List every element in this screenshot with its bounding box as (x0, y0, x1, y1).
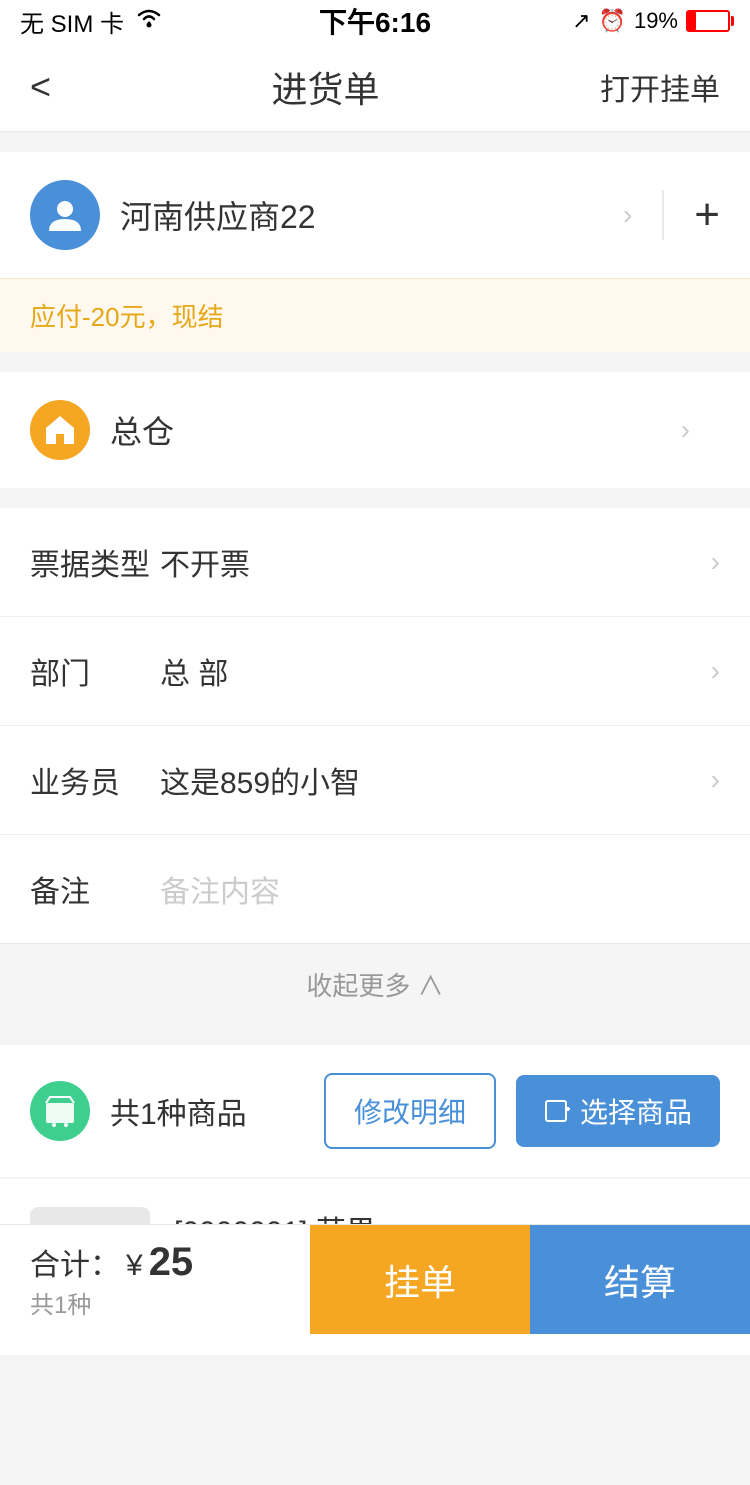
carrier-text: 无 SIM 卡 (20, 4, 124, 39)
footer-spacer (0, 1355, 750, 1485)
supplier-chevron-icon: › (623, 199, 632, 231)
total-symbol: ¥ (126, 1249, 143, 1283)
status-left: 无 SIM 卡 (20, 4, 164, 39)
supplier-row[interactable]: 河南供应商22 › + (0, 152, 750, 278)
invoice-type-row[interactable]: 票据类型 不开票 › (0, 508, 750, 617)
supplier-name: 河南供应商22 (120, 192, 623, 238)
footer-count: 共1种 (30, 1285, 280, 1320)
status-time: 下午6:16 (319, 1, 431, 41)
supplier-alert: 应付-20元，现结 (0, 278, 750, 352)
open-pending-button[interactable]: 打开挂单 (600, 65, 720, 109)
department-row[interactable]: 部门 总 部 › (0, 617, 750, 726)
settle-label: 结算 (604, 1254, 676, 1306)
supplier-avatar (30, 180, 100, 250)
home-icon (42, 412, 78, 448)
person-icon (45, 195, 85, 235)
total-amount: 25 (149, 1240, 194, 1285)
warehouse-name: 总仓 (110, 407, 681, 453)
select-product-button[interactable]: 选择商品 (516, 1075, 720, 1147)
remark-label: 备注 (30, 867, 160, 911)
products-icon (30, 1081, 90, 1141)
warehouse-row[interactable]: 总仓 › (0, 372, 750, 488)
battery-percent: 19% (634, 8, 678, 34)
form-card: 票据类型 不开票 › 部门 总 部 › 业务员 这是859的小智 › 备注 备注… (0, 508, 750, 943)
collapse-bar[interactable]: 收起更多 ∧ (0, 943, 750, 1025)
department-value: 总 部 (160, 649, 711, 693)
nav-bar: < 进货单 打开挂单 (0, 42, 750, 132)
warehouse-icon (30, 400, 90, 460)
status-bar: 无 SIM 卡 下午6:16 ↗ ⏰ 19% (0, 0, 750, 42)
invoice-chevron-icon: › (711, 546, 720, 578)
footer-total: 合计： ¥ 25 (30, 1240, 280, 1285)
pending-button[interactable]: 挂单 (310, 1225, 530, 1334)
cart-icon (42, 1093, 78, 1129)
battery-icon (686, 10, 730, 32)
invoice-type-value: 不开票 (160, 540, 711, 584)
salesperson-row[interactable]: 业务员 这是859的小智 › (0, 726, 750, 835)
remark-value: 备注内容 (160, 867, 720, 911)
select-product-icon (544, 1097, 572, 1125)
pending-label: 挂单 (384, 1254, 456, 1306)
footer: 合计： ¥ 25 共1种 挂单 结算 (0, 1224, 750, 1334)
select-product-label: 选择商品 (580, 1091, 692, 1131)
salesperson-value: 这是859的小智 (160, 758, 711, 802)
alarm-icon: ⏰ (599, 8, 626, 34)
warehouse-chevron-icon: › (681, 414, 690, 446)
supplier-card: 河南供应商22 › + 应付-20元，现结 (0, 152, 750, 352)
back-button[interactable]: < (30, 66, 51, 108)
total-label: 合计： (30, 1240, 120, 1284)
department-chevron-icon: › (711, 655, 720, 687)
add-supplier-button[interactable]: + (694, 193, 720, 237)
settle-button[interactable]: 结算 (530, 1225, 750, 1334)
page-title: 进货单 (272, 61, 380, 113)
department-label: 部门 (30, 649, 160, 693)
divider (662, 190, 664, 240)
edit-detail-button[interactable]: 修改明细 (324, 1073, 496, 1149)
salesperson-label: 业务员 (30, 758, 160, 802)
remark-row[interactable]: 备注 备注内容 (0, 835, 750, 943)
invoice-type-label: 票据类型 (30, 540, 160, 584)
location-icon: ↗ (572, 8, 590, 34)
wifi-icon (134, 7, 164, 36)
products-count: 共1种商品 (110, 1089, 304, 1133)
footer-info: 合计： ¥ 25 共1种 (0, 1225, 310, 1334)
status-right: ↗ ⏰ 19% (572, 8, 730, 34)
products-header: 共1种商品 修改明细 选择商品 (0, 1045, 750, 1177)
salesperson-chevron-icon: › (711, 764, 720, 796)
